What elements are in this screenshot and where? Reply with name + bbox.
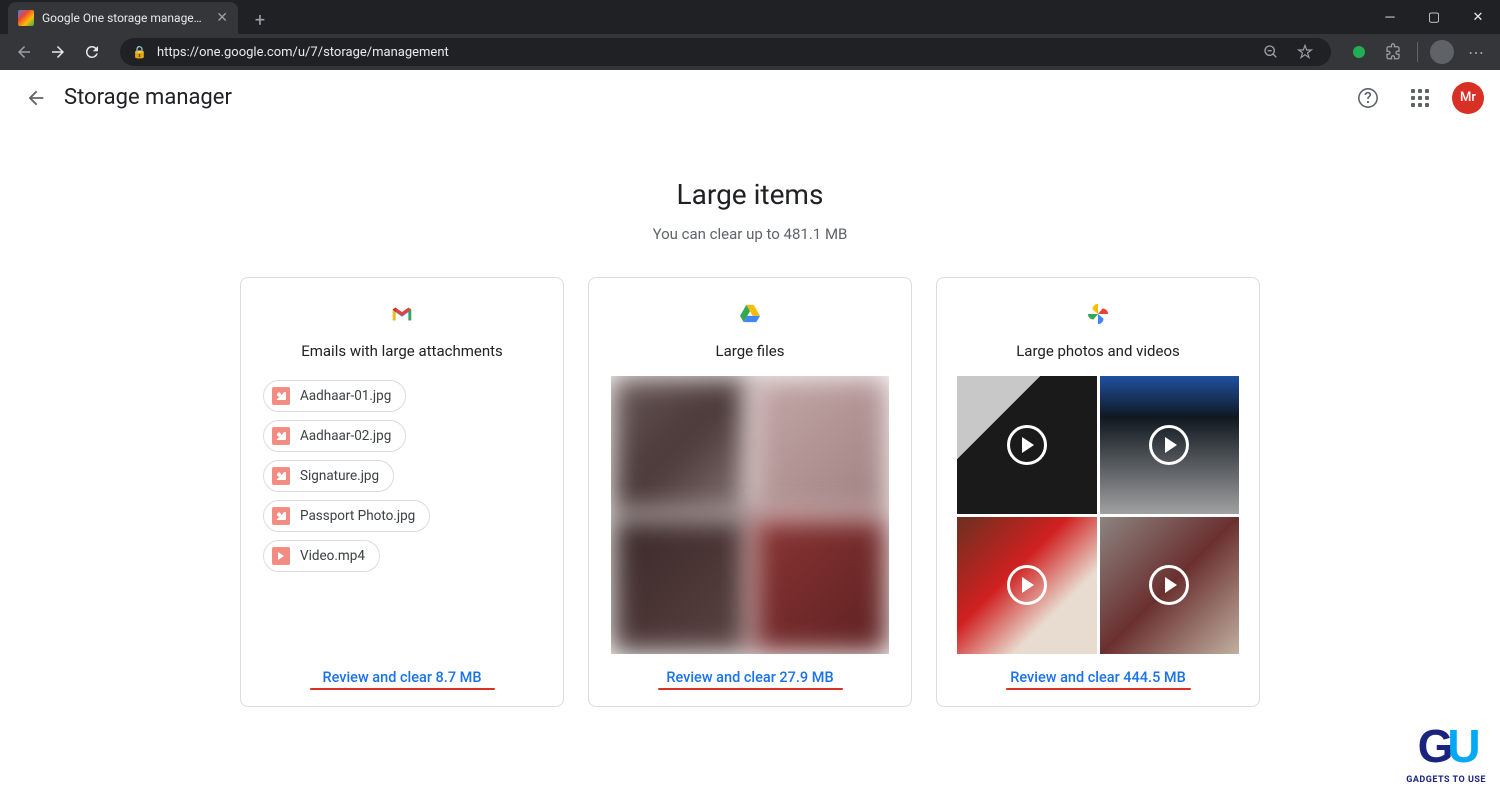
card-gmail-title: Emails with large attachments [301, 342, 503, 360]
zoom-icon[interactable] [1257, 38, 1285, 66]
card-photos-title: Large photos and videos [1016, 342, 1180, 360]
back-button[interactable] [10, 38, 38, 66]
attachment-chip[interactable]: Signature.jpg [263, 460, 394, 492]
profile-button[interactable] [1428, 38, 1456, 66]
photo-thumbnail [957, 517, 1097, 655]
attachment-name: Aadhaar-01.jpg [300, 388, 391, 404]
tab-bar: Google One storage management ✕ + ─ ▢ ✕ [0, 0, 1500, 34]
cards-row: Emails with large attachments Aadhaar-01… [240, 277, 1260, 707]
card-drive-title: Large files [716, 342, 785, 360]
card-gmail: Emails with large attachments Aadhaar-01… [240, 277, 564, 707]
browser-tab[interactable]: Google One storage management ✕ [8, 2, 238, 34]
page-back-button[interactable] [16, 78, 56, 118]
annotation-underline [310, 688, 495, 691]
review-clear-gmail-link[interactable]: Review and clear 8.7 MB [322, 669, 481, 686]
minimize-button[interactable]: ─ [1368, 1, 1412, 33]
url-text: https://one.google.com/u/7/storage/manag… [157, 45, 1247, 60]
photos-preview-grid[interactable] [957, 376, 1239, 654]
status-indicator[interactable] [1345, 38, 1373, 66]
section-subtitle: You can clear up to 481.1 MB [653, 225, 848, 243]
lock-icon: 🔒 [132, 45, 147, 59]
attachment-list: Aadhaar-01.jpg Aadhaar-02.jpg Signature.… [261, 380, 543, 572]
review-clear-drive-link[interactable]: Review and clear 27.9 MB [666, 669, 833, 686]
browser-menu-icon[interactable]: ⋯ [1462, 38, 1490, 66]
attachment-chip[interactable]: Aadhaar-02.jpg [263, 420, 406, 452]
page-title: Storage manager [64, 85, 232, 110]
avatar[interactable]: Mr [1452, 82, 1484, 114]
attachment-name: Signature.jpg [300, 468, 379, 484]
main-content: Large items You can clear up to 481.1 MB… [0, 126, 1500, 707]
help-icon[interactable] [1348, 78, 1388, 118]
annotation-underline [1006, 688, 1191, 691]
reload-button[interactable] [78, 38, 106, 66]
gmail-icon [391, 302, 413, 326]
browser-chrome: Google One storage management ✕ + ─ ▢ ✕ … [0, 0, 1500, 70]
photo-thumbnail [1100, 517, 1240, 655]
tab-title: Google One storage management [42, 11, 208, 25]
drive-icon [739, 302, 761, 326]
photo-thumbnail [1100, 376, 1240, 514]
image-file-icon [272, 387, 290, 405]
window-controls: ─ ▢ ✕ [1368, 0, 1500, 34]
card-drive: Large files Review and clear 27.9 MB [588, 277, 912, 707]
drive-thumbnail [611, 376, 749, 514]
url-input[interactable]: 🔒 https://one.google.com/u/7/storage/man… [120, 38, 1331, 66]
image-file-icon [272, 507, 290, 525]
drive-thumbnail [751, 376, 889, 514]
favorite-icon[interactable] [1291, 38, 1319, 66]
play-icon [1007, 565, 1047, 605]
watermark-logo: GU GADGETS TO USE [1406, 719, 1486, 785]
attachment-name: Passport Photo.jpg [300, 508, 415, 524]
play-icon [1007, 425, 1047, 465]
drive-thumbnail [611, 516, 749, 654]
play-icon [1149, 565, 1189, 605]
drive-preview-grid[interactable] [611, 376, 889, 654]
photos-icon [1087, 302, 1109, 326]
close-tab-icon[interactable]: ✕ [216, 10, 228, 26]
new-tab-button[interactable]: + [246, 6, 274, 34]
forward-button[interactable] [44, 38, 72, 66]
section-title: Large items [677, 178, 824, 211]
drive-thumbnail [751, 516, 889, 654]
video-file-icon [272, 547, 290, 565]
photo-thumbnail [957, 376, 1097, 514]
review-clear-photos-link[interactable]: Review and clear 444.5 MB [1010, 669, 1186, 686]
page-header: Storage manager Mr [0, 70, 1500, 126]
image-file-icon [272, 427, 290, 445]
extensions-icon[interactable] [1379, 38, 1407, 66]
apps-icon[interactable] [1400, 78, 1440, 118]
attachment-name: Video.mp4 [300, 548, 365, 564]
close-window-button[interactable]: ✕ [1456, 1, 1500, 33]
play-icon [1149, 425, 1189, 465]
attachment-chip[interactable]: Video.mp4 [263, 540, 380, 572]
watermark-text: GADGETS TO USE [1406, 775, 1486, 785]
maximize-button[interactable]: ▢ [1412, 1, 1456, 33]
attachment-chip[interactable]: Aadhaar-01.jpg [263, 380, 406, 412]
image-file-icon [272, 467, 290, 485]
card-photos: Large photos and videos Review and clear… [936, 277, 1260, 707]
attachment-chip[interactable]: Passport Photo.jpg [263, 500, 430, 532]
google-one-favicon [18, 10, 34, 26]
address-bar: 🔒 https://one.google.com/u/7/storage/man… [0, 34, 1500, 70]
annotation-underline [658, 688, 843, 691]
attachment-name: Aadhaar-02.jpg [300, 428, 391, 444]
